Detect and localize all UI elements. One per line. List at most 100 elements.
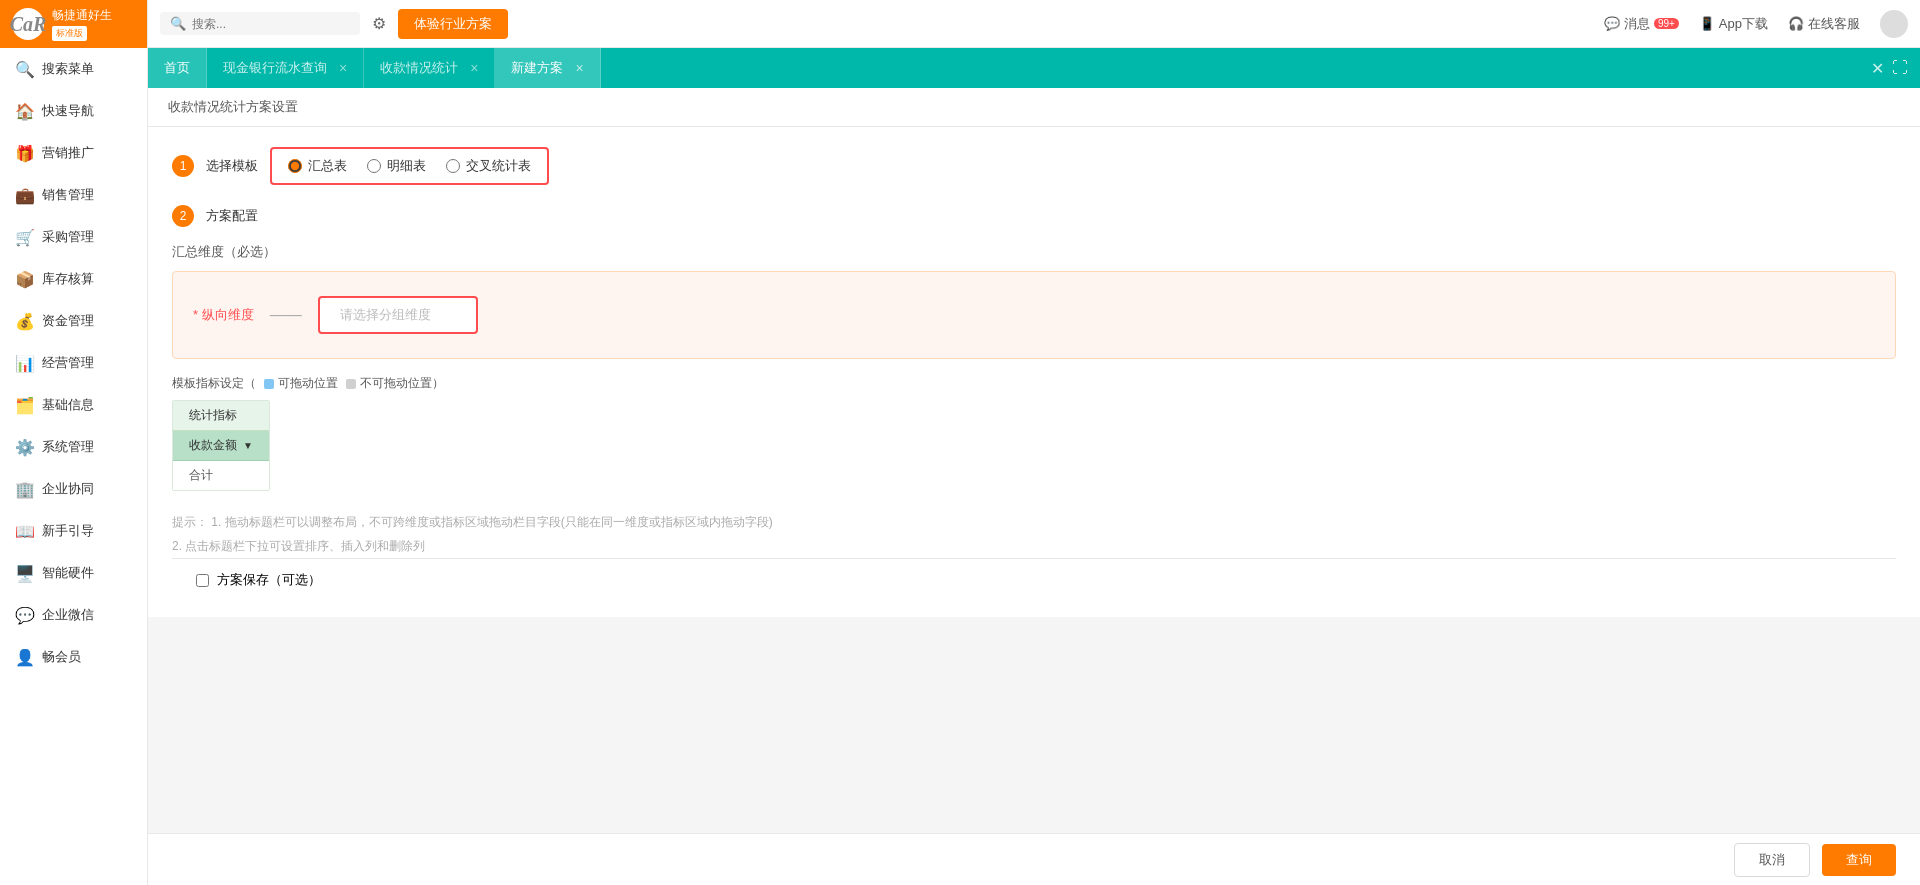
tab-receipt-stats[interactable]: 收款情况统计 × xyxy=(364,48,495,88)
service-icon: 🎧 xyxy=(1788,16,1804,31)
radio-cross-input[interactable] xyxy=(446,159,460,173)
metrics-label-row: 模板指标设定（ 可拖动位置 不可拖动位置） xyxy=(172,375,1896,392)
sidebar-item-wechat[interactable]: 💬 企业微信 xyxy=(0,594,147,636)
tab-bar: 首页 现金银行流水查询 × 收款情况统计 × 新建方案 × ✕ ⛶ xyxy=(148,48,1920,88)
home-icon: 🏠 xyxy=(16,102,34,120)
sidebar-item-member-label: 畅会员 xyxy=(42,648,81,666)
radio-cross-label: 交叉统计表 xyxy=(466,157,531,175)
tab-new-plan-close[interactable]: × xyxy=(575,60,583,76)
movable-badge: 可拖动位置 xyxy=(264,375,338,392)
sidebar-item-marketing-label: 营销推广 xyxy=(42,144,94,162)
guide-icon: 📖 xyxy=(16,522,34,540)
cancel-button[interactable]: 取消 xyxy=(1734,843,1810,877)
sidebar-item-system[interactable]: ⚙️ 系统管理 xyxy=(0,426,147,468)
dimension-title: 汇总维度（必选） xyxy=(172,243,1896,261)
tip-1: 提示： 1. 拖动标题栏可以调整布局，不可跨维度或指标区域拖动栏目字段(只能在同… xyxy=(172,510,1896,534)
service-item[interactable]: 🎧 在线客服 xyxy=(1788,15,1860,33)
radio-summary-label: 汇总表 xyxy=(308,157,347,175)
sidebar-item-sales[interactable]: 💼 销售管理 xyxy=(0,174,147,216)
sidebar-item-guide-label: 新手引导 xyxy=(42,522,94,540)
sidebar-item-inventory[interactable]: 📦 库存核算 xyxy=(0,258,147,300)
download-label: App下载 xyxy=(1719,15,1768,33)
radio-detail-input[interactable] xyxy=(367,159,381,173)
sidebar-item-enterprise[interactable]: 🏢 企业协同 xyxy=(0,468,147,510)
sidebar-nav: 🔍 搜索菜单 🏠 快速导航 🎁 营销推广 💼 销售管理 🛒 采购管理 📦 库存核… xyxy=(0,48,147,885)
unmovable-badge: 不可拖动位置） xyxy=(346,375,444,392)
header-search-box[interactable]: 🔍 xyxy=(160,12,360,35)
member-icon: 👤 xyxy=(16,648,34,666)
sidebar-item-hardware[interactable]: 🖥️ 智能硬件 xyxy=(0,552,147,594)
tab-close-all-icon[interactable]: ✕ xyxy=(1871,59,1884,78)
sidebar-item-sales-label: 销售管理 xyxy=(42,186,94,204)
tab-bank-flow[interactable]: 现金银行流水查询 × xyxy=(207,48,364,88)
metrics-col-label: 收款金额 xyxy=(189,437,237,454)
save-checkbox[interactable] xyxy=(196,574,209,587)
sidebar: CaR 畅捷通好生 标准版 🔍 搜索菜单 🏠 快速导航 🎁 营销推广 💼 销售管… xyxy=(0,0,148,885)
message-badge: 99+ xyxy=(1654,18,1679,29)
sidebar-item-marketing[interactable]: 🎁 营销推广 xyxy=(0,132,147,174)
tab-receipt-stats-label: 收款情况统计 xyxy=(380,59,458,77)
step2-label: 方案配置 xyxy=(206,207,258,225)
search-icon: 🔍 xyxy=(16,60,34,78)
form-section: 1 选择模板 汇总表 明细表 xyxy=(148,127,1920,617)
sidebar-item-search-label: 搜索菜单 xyxy=(42,60,94,78)
trial-button[interactable]: 体验行业方案 xyxy=(398,9,508,39)
sidebar-item-member[interactable]: 👤 畅会员 xyxy=(0,636,147,678)
user-avatar[interactable] xyxy=(1880,10,1908,38)
query-button[interactable]: 查询 xyxy=(1822,844,1896,876)
sidebar-item-quicknav-label: 快速导航 xyxy=(42,102,94,120)
metrics-row-total: 合计 xyxy=(173,461,269,490)
tab-receipt-stats-close[interactable]: × xyxy=(470,60,478,76)
top-header: 🔍 ⚙ 体验行业方案 💬 消息 99+ 📱 App下载 🎧 在线客服 xyxy=(148,0,1920,48)
sidebar-item-finance[interactable]: 💰 资金管理 xyxy=(0,300,147,342)
search-icon: 🔍 xyxy=(170,16,186,31)
message-item[interactable]: 💬 消息 99+ xyxy=(1604,15,1679,33)
search-input[interactable] xyxy=(192,17,332,31)
metrics-col-header[interactable]: 收款金额 ▼ xyxy=(173,431,269,461)
metrics-table: 统计指标 收款金额 ▼ 合计 xyxy=(172,400,270,491)
step1-label: 选择模板 xyxy=(206,157,258,175)
hardware-icon: 🖥️ xyxy=(16,564,34,582)
movable-dot xyxy=(264,379,274,389)
sidebar-item-basicinfo[interactable]: 🗂️ 基础信息 xyxy=(0,384,147,426)
sidebar-item-operations[interactable]: 📊 经营管理 xyxy=(0,342,147,384)
radio-detail[interactable]: 明细表 xyxy=(367,157,426,175)
tips-section: 提示： 1. 拖动标题栏可以调整布局，不可跨维度或指标区域拖动栏目字段(只能在同… xyxy=(172,510,1896,558)
radio-summary[interactable]: 汇总表 xyxy=(288,157,347,175)
radio-summary-input[interactable] xyxy=(288,159,302,173)
step2-title-row: 2 方案配置 xyxy=(172,205,1896,227)
sidebar-item-hardware-label: 智能硬件 xyxy=(42,564,94,582)
system-icon: ⚙️ xyxy=(16,438,34,456)
tab-new-plan-label: 新建方案 xyxy=(511,59,563,77)
tip-2: 2. 点击标题栏下拉可设置排序、插入列和删除列 xyxy=(172,534,1896,558)
gear-icon[interactable]: ⚙ xyxy=(372,14,386,33)
unmovable-dot xyxy=(346,379,356,389)
sidebar-item-quicknav[interactable]: 🏠 快速导航 xyxy=(0,90,147,132)
logo-badge: 标准版 xyxy=(52,26,87,41)
dimension-select[interactable]: 请选择分组维度 xyxy=(318,296,478,334)
breadcrumb-text: 收款情况统计方案设置 xyxy=(168,99,298,114)
tab-home[interactable]: 首页 xyxy=(148,48,207,88)
sidebar-item-guide[interactable]: 📖 新手引导 xyxy=(0,510,147,552)
step1-row: 1 选择模板 汇总表 明细表 xyxy=(172,147,1896,185)
tab-bank-flow-close[interactable]: × xyxy=(339,60,347,76)
sidebar-item-purchase[interactable]: 🛒 采购管理 xyxy=(0,216,147,258)
dimension-panel: * 纵向维度 —— 请选择分组维度 xyxy=(172,271,1896,359)
download-item[interactable]: 📱 App下载 xyxy=(1699,15,1768,33)
radio-cross[interactable]: 交叉统计表 xyxy=(446,157,531,175)
sidebar-item-system-label: 系统管理 xyxy=(42,438,94,456)
header-right: 💬 消息 99+ 📱 App下载 🎧 在线客服 xyxy=(1604,10,1908,38)
radio-detail-label: 明细表 xyxy=(387,157,426,175)
enterprise-icon: 🏢 xyxy=(16,480,34,498)
metrics-section: 模板指标设定（ 可拖动位置 不可拖动位置） xyxy=(172,375,1896,494)
metrics-section-header: 统计指标 xyxy=(173,401,269,431)
content-area: 收款情况统计方案设置 1 选择模板 汇总表 明细表 xyxy=(148,88,1920,833)
step2-section: 2 方案配置 汇总维度（必选） * 纵向维度 —— 请选择分组维度 xyxy=(172,205,1896,558)
tab-expand-icon[interactable]: ⛶ xyxy=(1892,59,1908,77)
footer-bar: 取消 查询 xyxy=(148,833,1920,885)
tab-new-plan[interactable]: 新建方案 × xyxy=(495,48,600,88)
tab-bar-actions: ✕ ⛶ xyxy=(1859,48,1920,88)
sidebar-item-finance-label: 资金管理 xyxy=(42,312,94,330)
main-area: 🔍 ⚙ 体验行业方案 💬 消息 99+ 📱 App下载 🎧 在线客服 首页 xyxy=(148,0,1920,885)
sidebar-item-search[interactable]: 🔍 搜索菜单 xyxy=(0,48,147,90)
